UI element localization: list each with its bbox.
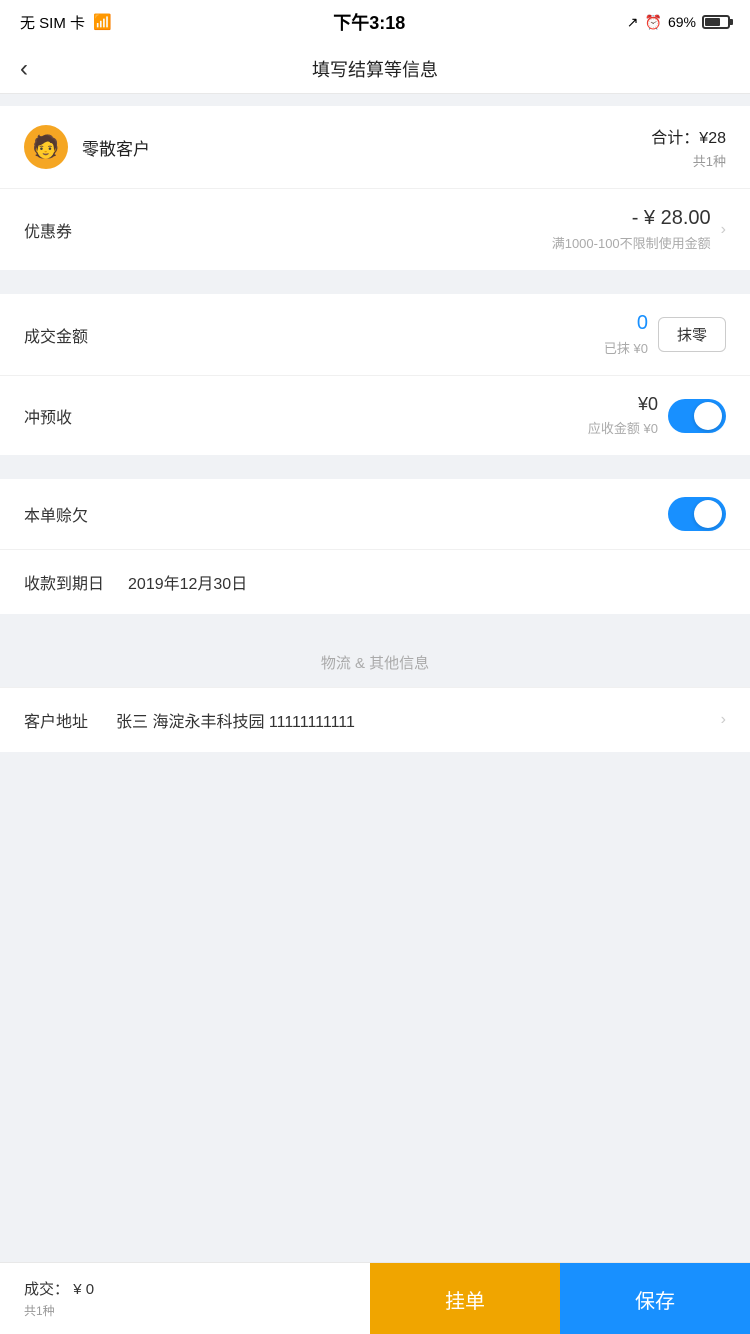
credit-row: 本单赊欠 bbox=[0, 479, 750, 549]
credit-toggle-wrap bbox=[668, 497, 726, 531]
address-chevron-icon: › bbox=[721, 711, 726, 729]
divider-1 bbox=[0, 282, 750, 294]
due-date-row: 收款到期日 2019年12月30日 bbox=[0, 549, 750, 614]
customer-summary: 合计：¥28 共1种 bbox=[651, 124, 726, 170]
coupon-row[interactable]: 优惠券 - ¥ 28.00 满1000-100不限制使用金额 › bbox=[0, 188, 750, 270]
credit-right bbox=[104, 497, 726, 531]
address-label: 客户地址 bbox=[24, 708, 104, 732]
prepay-value: ¥0 bbox=[588, 394, 658, 415]
deal-label: 成交： bbox=[24, 1281, 69, 1298]
battery-percent: 69% bbox=[668, 14, 696, 30]
prepay-toggle[interactable] bbox=[668, 399, 726, 433]
coupon-right: - ¥ 28.00 满1000-100不限制使用金额 › bbox=[104, 207, 726, 252]
logistics-header: 物流 & 其他信息 bbox=[0, 638, 750, 687]
prepay-label: 冲预收 bbox=[24, 404, 104, 428]
status-left: 无 SIM 卡 📶 bbox=[20, 12, 112, 33]
credit-label: 本单赊欠 bbox=[24, 502, 104, 526]
due-date-label: 收款到期日 bbox=[24, 570, 104, 594]
nav-bar: ‹ 填写结算等信息 bbox=[0, 44, 750, 94]
total-count: 共1种 bbox=[651, 151, 726, 170]
transaction-value: 0 bbox=[604, 312, 648, 335]
customer-row: 🧑 零散客户 合计：¥28 共1种 bbox=[0, 106, 750, 188]
bottom-info: 成交： ¥ 0 共1种 bbox=[0, 1263, 370, 1334]
location-icon: ↗ bbox=[627, 14, 639, 31]
transaction-sub: 已抹 ¥0 bbox=[604, 338, 648, 357]
status-right: ↗ ⏰ 69% bbox=[627, 14, 730, 31]
time-display: 下午3:18 bbox=[333, 9, 405, 35]
customer-section: 🧑 零散客户 合计：¥28 共1种 优惠券 - ¥ 28.00 满1000-10… bbox=[0, 106, 750, 270]
divider-3 bbox=[0, 626, 750, 638]
content: 🧑 零散客户 合计：¥28 共1种 优惠券 - ¥ 28.00 满1000-10… bbox=[0, 106, 750, 844]
transaction-label: 成交金额 bbox=[24, 323, 104, 347]
bottom-bar: 成交： ¥ 0 共1种 挂单 保存 bbox=[0, 1262, 750, 1334]
round-zero-button[interactable]: 抹零 bbox=[658, 317, 726, 352]
coupon-label: 优惠券 bbox=[24, 218, 104, 242]
back-button[interactable]: ‹ bbox=[20, 57, 28, 81]
carrier-label: 无 SIM 卡 bbox=[20, 12, 85, 33]
coupon-sub: 满1000-100不限制使用金额 bbox=[552, 233, 711, 252]
bottom-count: 共1种 bbox=[24, 1302, 346, 1319]
pending-button[interactable]: 挂单 bbox=[370, 1263, 560, 1334]
status-bar: 无 SIM 卡 📶 下午3:18 ↗ ⏰ 69% bbox=[0, 0, 750, 44]
credit-toggle[interactable] bbox=[668, 497, 726, 531]
avatar: 🧑 bbox=[24, 125, 68, 169]
prepay-sub: 应收金额 ¥0 bbox=[588, 418, 658, 437]
coupon-discount: - ¥ 28.00 bbox=[552, 207, 711, 230]
save-button[interactable]: 保存 bbox=[560, 1263, 750, 1334]
divider-2 bbox=[0, 467, 750, 479]
prepay-row: 冲预收 ¥0 应收金额 ¥0 bbox=[0, 375, 750, 455]
bottom-deal: 成交： ¥ 0 bbox=[24, 1278, 346, 1299]
customer-left: 🧑 零散客户 bbox=[24, 125, 150, 169]
transaction-right: 0 已抹 ¥0 抹零 bbox=[104, 312, 726, 357]
transaction-value-block: 0 已抹 ¥0 bbox=[604, 312, 648, 357]
customer-name: 零散客户 bbox=[82, 135, 150, 160]
alarm-icon: ⏰ bbox=[645, 14, 662, 31]
transaction-section: 成交金额 0 已抹 ¥0 抹零 冲预收 ¥0 应收金额 ¥0 bbox=[0, 294, 750, 455]
due-date-value: 2019年12月30日 bbox=[128, 570, 247, 594]
prepay-value-block: ¥0 应收金额 ¥0 bbox=[588, 394, 658, 437]
prepay-right: ¥0 应收金额 ¥0 bbox=[104, 394, 726, 437]
transaction-row: 成交金额 0 已抹 ¥0 抹零 bbox=[0, 294, 750, 375]
avatar-icon: 🧑 bbox=[32, 134, 59, 160]
address-section: 客户地址 张三 海淀永丰科技园 11111111111 › bbox=[0, 687, 750, 752]
coupon-value-block: - ¥ 28.00 满1000-100不限制使用金额 bbox=[552, 207, 711, 252]
chevron-right-icon: › bbox=[721, 221, 726, 239]
deal-value: ¥ 0 bbox=[73, 1281, 94, 1298]
prepay-toggle-wrap bbox=[668, 399, 726, 433]
battery-icon bbox=[702, 15, 730, 29]
page-title: 填写结算等信息 bbox=[312, 56, 438, 82]
total-amount: 合计：¥28 bbox=[651, 124, 726, 148]
logistics-title: 物流 & 其他信息 bbox=[321, 655, 429, 672]
credit-section: 本单赊欠 收款到期日 2019年12月30日 bbox=[0, 479, 750, 614]
address-value: 张三 海淀永丰科技园 11111111111 bbox=[104, 708, 721, 732]
wifi-icon: 📶 bbox=[93, 13, 112, 31]
address-row[interactable]: 客户地址 张三 海淀永丰科技园 11111111111 › bbox=[0, 687, 750, 752]
